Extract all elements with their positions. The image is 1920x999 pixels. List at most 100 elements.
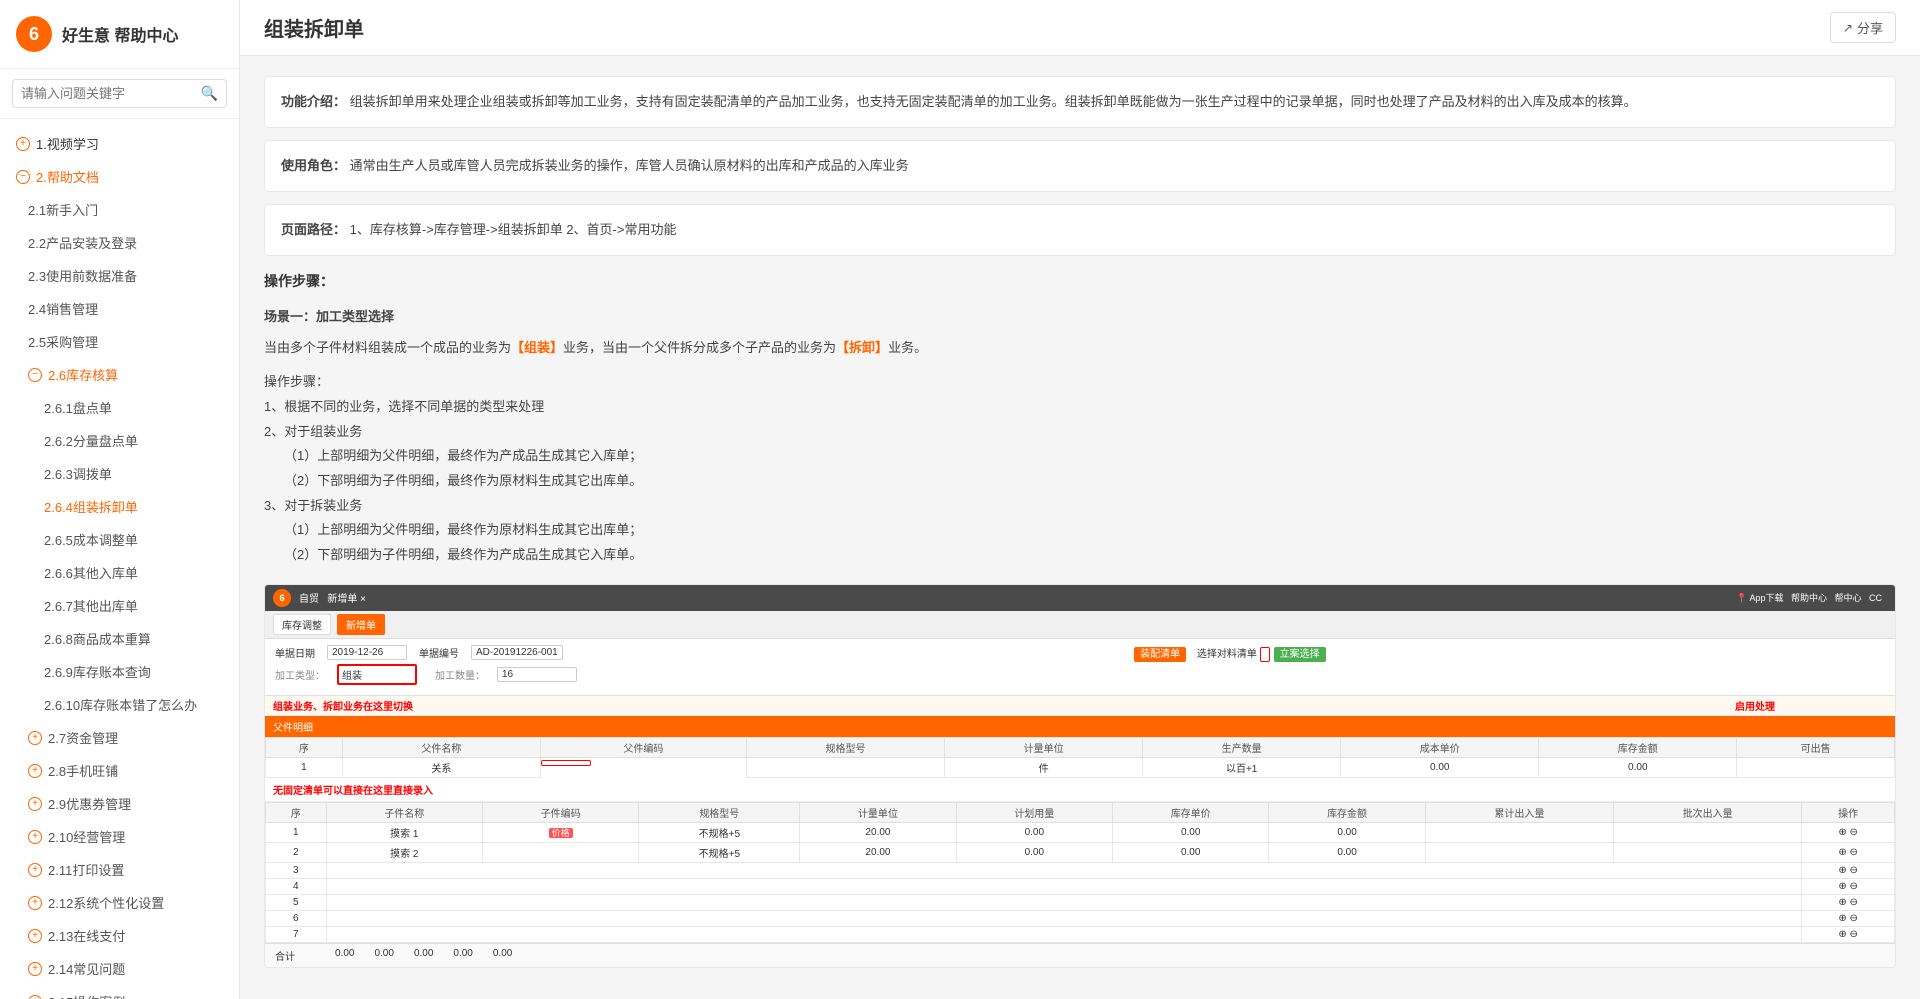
child-r4-op: ⊕ ⊖: [1802, 878, 1895, 894]
th-parent-code: 父件编码: [540, 737, 746, 757]
screenshot-app-bar-text: 自贸 新增单 ×: [299, 590, 366, 605]
child-r2-code: [483, 842, 639, 862]
sidebar-item-online-pay[interactable]: + 2.13在线支付: [0, 919, 239, 952]
sidebar-item-purchase[interactable]: 2.5采购管理: [0, 325, 239, 358]
th-saleable: 可出售: [1737, 737, 1895, 757]
child-r6-seq: 6: [266, 910, 327, 926]
sidebar-item-print[interactable]: + 2.11打印设置: [0, 853, 239, 886]
screenshot-child-thead: 序 子件名称 子件编码 规格型号 计量单位 计划用量 库存单价 库存金额 累计出…: [266, 802, 1895, 822]
sidebar-item-cases[interactable]: + 2.15操作案例: [0, 985, 239, 999]
sidebar-item-coupon[interactable]: + 2.9优惠券管理: [0, 787, 239, 820]
mobile-expand-icon: +: [28, 764, 42, 778]
screenshot-tab-new[interactable]: 新增单: [337, 614, 385, 635]
total-label: 合计: [275, 948, 295, 963]
date-input[interactable]: 2019-12-26: [327, 645, 407, 660]
path-label: 页面路径：: [281, 222, 346, 237]
sidebar-item-assembly[interactable]: 2.6.4组装拆卸单: [0, 490, 239, 523]
search-icon[interactable]: 🔍: [201, 85, 218, 102]
child-row-7: 7 ⊕ ⊖: [266, 926, 1895, 942]
annotation-enable: 启用处理: [1735, 698, 1775, 713]
screenshot-confirm-btn[interactable]: 立案选择: [1274, 647, 1326, 662]
child-r5-seq: 5: [266, 894, 327, 910]
screenshot-totals-row: 合计 0.00 0.00 0.00 0.00 0.00: [265, 943, 1895, 967]
child-r2-amt: 0.00: [1269, 842, 1425, 862]
nav-tree: + 1.视频学习 − 2.帮助文档 2.1新手入门 2.2产品安装及登录 2.3…: [0, 119, 239, 999]
child-r1-unit: 20.00: [800, 822, 956, 842]
cth-batch-io: 批次出入量: [1614, 802, 1802, 822]
path-text: 1、库存核算->库存管理->组装拆卸单 2、首页->常用功能: [350, 222, 677, 237]
screenshot-child-tbody: 1 摸索 1 价格 不规格+5 20.00 0.00 0.00 0.00: [266, 822, 1895, 942]
sidebar-item-ledger-fix[interactable]: 2.6.10库存账本错了怎么办: [0, 688, 239, 721]
code-label: 单据编号: [419, 645, 459, 660]
sidebar-item-other-inbound[interactable]: 2.6.6其他入库单: [0, 556, 239, 589]
sidebar-item-inventory[interactable]: − 2.6库存核算: [0, 358, 239, 391]
sidebar-item-sales[interactable]: 2.4销售管理: [0, 292, 239, 325]
child-r1-price: 0.00: [1113, 822, 1269, 842]
sidebar-item-transfer[interactable]: 2.6.3调拨单: [0, 457, 239, 490]
cases-expand-icon: +: [28, 995, 42, 999]
sidebar-item-beginner[interactable]: 2.1新手入门: [0, 193, 239, 226]
sidebar-item-system-settings[interactable]: + 2.12系统个性化设置: [0, 886, 239, 919]
child-r1-plan: 0.00: [956, 822, 1112, 842]
screenshot-form-row1: 单据日期 2019-12-26 单据编号 AD-20191226-001 装配清…: [275, 645, 1885, 660]
screenshot-qty-input[interactable]: 16: [497, 667, 577, 682]
screenshot-child-table: 序 子件名称 子件编码 规格型号 计量单位 计划用量 库存单价 库存金额 累计出…: [265, 802, 1895, 943]
parent-row1-code: [541, 760, 591, 766]
search-box[interactable]: 🔍: [12, 79, 227, 108]
screenshot-type-input[interactable]: 组装: [337, 664, 417, 685]
sidebar-item-docs[interactable]: − 2.帮助文档: [0, 160, 239, 193]
parent-row1-unit: 件: [945, 757, 1143, 777]
parent-row1-amt: 0.00: [1539, 757, 1737, 777]
child-r2-name: 摸索 2: [326, 842, 482, 862]
sidebar-item-videos[interactable]: + 1.视频学习: [0, 127, 239, 160]
child-r7-empty: [326, 926, 1802, 942]
sidebar-item-finance[interactable]: + 2.7资金管理: [0, 721, 239, 754]
cth-spec: 规格型号: [639, 802, 800, 822]
sidebar-item-inventory-ledger[interactable]: 2.6.9库存账本查询: [0, 655, 239, 688]
total-v5: 0.00: [453, 948, 472, 963]
screenshot-right-icons: 📍 App下载 帮助中心 帮中心 CC: [1736, 591, 1887, 604]
sidebar-item-stocktaking[interactable]: 2.6.1盘点单: [0, 391, 239, 424]
annotation-no-fixed: 无固定清单可以直接在这里直接录入: [273, 786, 433, 797]
sidebar-item-cost-recalc[interactable]: 2.6.8商品成本重算: [0, 622, 239, 655]
scenario1-title: 场景一：加工类型选择: [264, 305, 1896, 330]
parent-row1-price: 0.00: [1341, 757, 1539, 777]
screenshot-form-row2: 加工类型： 组装 加工数量： 16: [275, 664, 1885, 685]
sidebar-item-other-outbound[interactable]: 2.6.7其他出库单: [0, 589, 239, 622]
screenshot-config-btn[interactable]: 装配清单: [1134, 647, 1186, 662]
sidebar-item-data-prep[interactable]: 2.3使用前数据准备: [0, 259, 239, 292]
sidebar-item-mobile[interactable]: + 2.8手机旺铺: [0, 754, 239, 787]
sidebar: 6 好生意 帮助中心 🔍 + 1.视频学习 − 2.帮助文档 2.1新手入门 2…: [0, 0, 240, 999]
th-seq: 序: [266, 737, 343, 757]
collapse-icon: −: [16, 170, 30, 184]
share-icon: ↗: [1843, 21, 1853, 35]
mock-screenshot: 6 自贸 新增单 × 📍 App下载 帮助中心 帮中心 CC 库存调整 新增单 …: [265, 585, 1895, 967]
total-v4: 0.00: [414, 948, 433, 963]
page-title: 组装拆卸单: [264, 13, 364, 42]
child-row-2: 2 摸索 2 不规格+5 20.00 0.00 0.00 0.00: [266, 842, 1895, 862]
screenshot-qty-label: 加工数量：: [435, 667, 485, 682]
search-input[interactable]: [21, 86, 201, 101]
annotation-assembly-switch: 组装业务、拆卸业务在这里切换: [273, 702, 413, 713]
screenshot-child-table-wrapper: 序 子件名称 子件编码 规格型号 计量单位 计划用量 库存单价 库存金额 累计出…: [265, 802, 1895, 943]
sidebar-item-management[interactable]: + 2.10经营管理: [0, 820, 239, 853]
screenshot-bom-input[interactable]: [1260, 647, 1270, 662]
screenshot-parent-table: 序 父件名称 父件编码 规格型号 计量单位 生产数量 成本单价 库存金额 可出售: [265, 737, 1895, 778]
sidebar-item-cost-adjust[interactable]: 2.6.5成本调整单: [0, 523, 239, 556]
print-expand-icon: +: [28, 863, 42, 877]
share-button[interactable]: ↗ 分享: [1830, 12, 1896, 43]
child-r1-cum: [1425, 822, 1613, 842]
code-input[interactable]: AD-20191226-001: [471, 645, 563, 660]
parent-row1-seq: 1: [266, 757, 343, 777]
th-stock-amt: 库存金额: [1539, 737, 1737, 757]
sidebar-item-install[interactable]: 2.2产品安装及登录: [0, 226, 239, 259]
screenshot-logo: 6: [273, 589, 291, 607]
sidebar-item-faq[interactable]: + 2.14常见问题: [0, 952, 239, 985]
sidebar-item-partial-stocktaking[interactable]: 2.6.2分量盘点单: [0, 424, 239, 457]
child-r6-op: ⊕ ⊖: [1802, 910, 1895, 926]
cth-op: 操作: [1802, 802, 1895, 822]
screenshot-container: 6 自贸 新增单 × 📍 App下载 帮助中心 帮中心 CC 库存调整 新增单 …: [264, 584, 1896, 968]
child-r1-amt: 0.00: [1269, 822, 1425, 842]
scenario1-desc: 当由多个子件材料组装成一个成品的业务为【组装】业务，当由一个父件拆分成多个子产品…: [264, 336, 1896, 361]
screenshot-tab-stock-adjust[interactable]: 库存调整: [273, 614, 331, 635]
